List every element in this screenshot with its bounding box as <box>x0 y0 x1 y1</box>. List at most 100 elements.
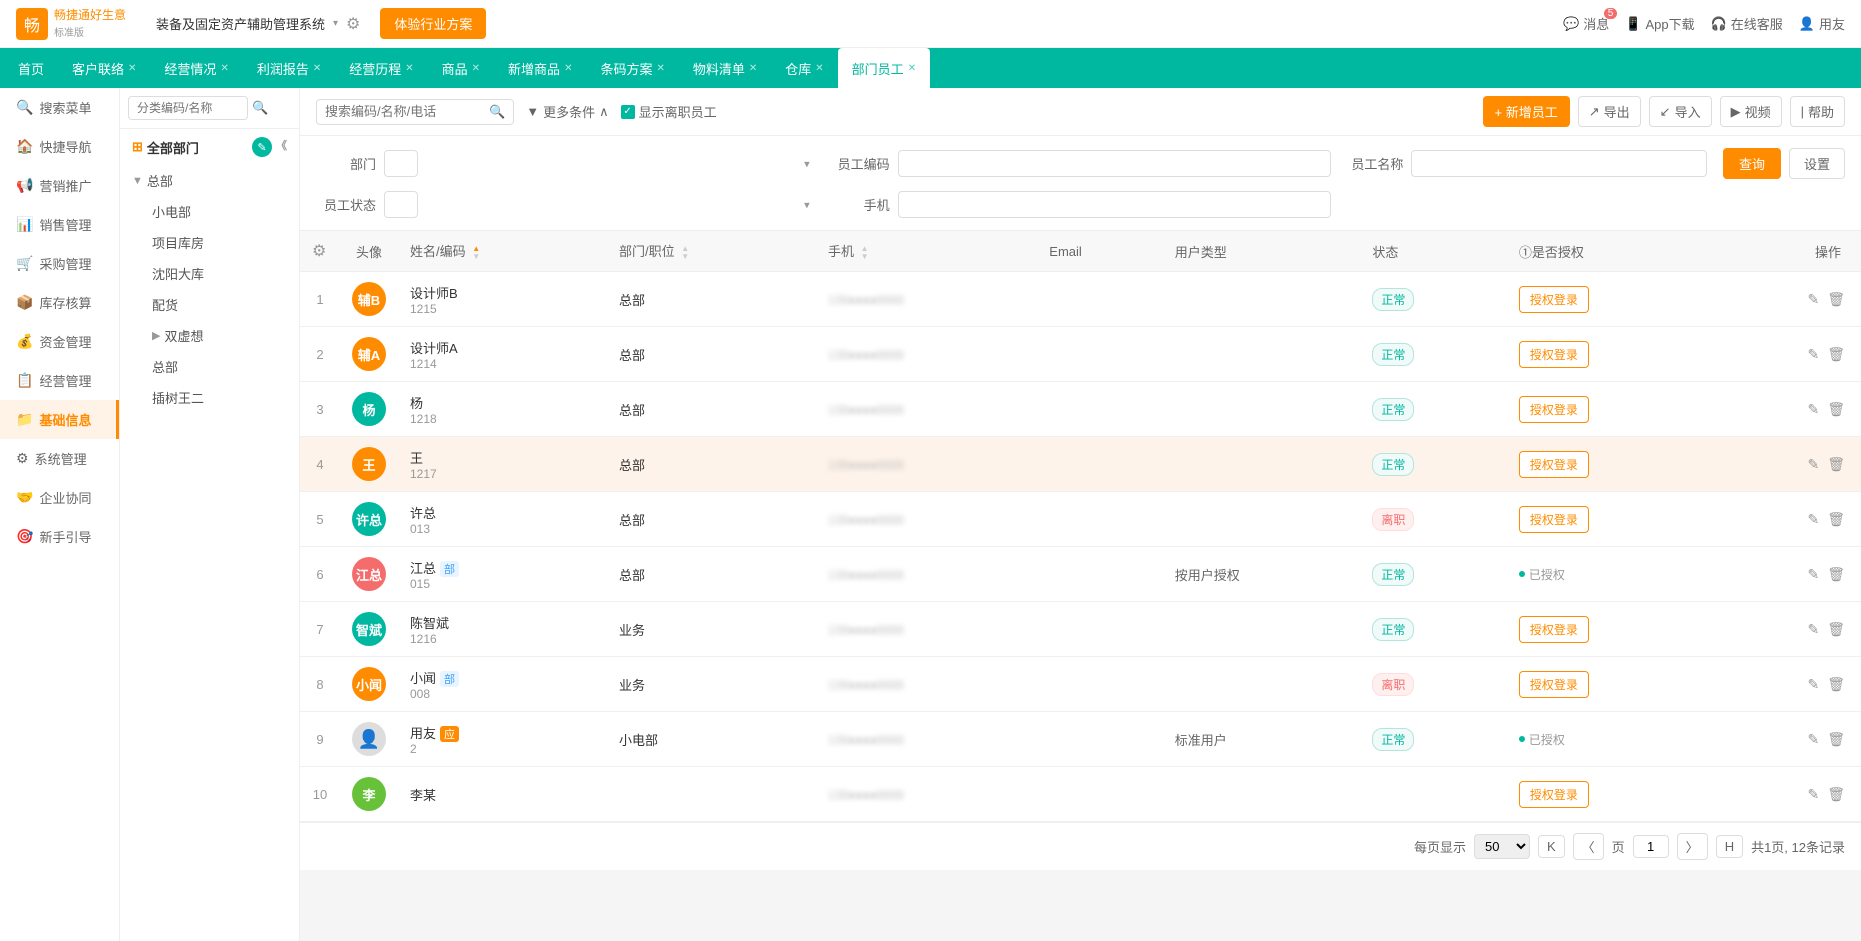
dept-item-tree[interactable]: 插树王二 <box>120 382 299 413</box>
sidebar-item-sales[interactable]: 📊 销售管理 <box>0 205 119 244</box>
delete-icon[interactable]: 🗑 <box>1827 401 1845 418</box>
export-button[interactable]: ↗ 导出 <box>1578 96 1641 127</box>
close-icon[interactable]: ✕ <box>656 63 664 74</box>
emp-status-select[interactable] <box>384 191 418 218</box>
auth-login-button[interactable]: 授权登录 <box>1519 451 1589 478</box>
edit-icon[interactable]: ✎ <box>1807 401 1819 418</box>
page-number-input[interactable] <box>1633 835 1669 858</box>
all-dept-label[interactable]: 全部部门 <box>147 138 199 157</box>
search-icon[interactable]: 🔍 <box>489 104 505 120</box>
auth-login-button[interactable]: 授权登录 <box>1519 781 1589 808</box>
delete-icon[interactable]: 🗑 <box>1827 786 1845 803</box>
dept-item-headquarters[interactable]: ▼ 总部 <box>120 165 299 196</box>
tab-dept-staff[interactable]: 部门员工 ✕ <box>838 48 930 88</box>
query-button[interactable]: 查询 <box>1723 148 1781 179</box>
sidebar-item-inventory[interactable]: 📦 库存核算 <box>0 283 119 322</box>
sort-arrows-dept[interactable]: ▲ ▼ <box>681 245 689 261</box>
auth-login-button[interactable]: 授权登录 <box>1519 396 1589 423</box>
close-icon[interactable]: ✕ <box>815 63 823 74</box>
emp-name-input[interactable] <box>1411 150 1707 177</box>
emp-code-input[interactable] <box>898 150 1332 177</box>
edit-icon[interactable]: ✎ <box>1807 511 1819 528</box>
add-employee-button[interactable]: + 新增员工 <box>1483 96 1570 127</box>
dept-select[interactable] <box>384 150 418 177</box>
message-btn[interactable]: 💬 消息 5 <box>1563 14 1609 33</box>
sidebar-item-guide[interactable]: 🎯 新手引导 <box>0 517 119 556</box>
delete-icon[interactable]: 🗑 <box>1827 566 1845 583</box>
close-icon[interactable]: ✕ <box>749 63 757 74</box>
dept-edit-button[interactable]: ✎ <box>252 137 272 157</box>
dept-item-project-storage[interactable]: 项目库房 <box>120 227 299 258</box>
system-dropdown-arrow[interactable]: ▾ <box>333 18 338 29</box>
dept-search-icon[interactable]: 🔍 <box>252 100 268 116</box>
view-button[interactable]: ▶ 视频 <box>1720 96 1782 127</box>
tab-bom[interactable]: 物料清单 ✕ <box>679 48 771 88</box>
edit-icon[interactable]: ✎ <box>1807 291 1819 308</box>
delete-icon[interactable]: 🗑 <box>1827 511 1845 528</box>
per-page-select[interactable]: 50 20 100 <box>1474 834 1530 859</box>
delete-icon[interactable]: 🗑 <box>1827 346 1845 363</box>
app-download-btn[interactable]: 📱 App下载 <box>1625 14 1694 33</box>
delete-icon[interactable]: 🗑 <box>1827 731 1845 748</box>
tab-add-goods[interactable]: 新增商品 ✕ <box>494 48 586 88</box>
sidebar-item-nav[interactable]: 🏠 快捷导航 <box>0 127 119 166</box>
sidebar-item-management[interactable]: 📋 经营管理 <box>0 361 119 400</box>
close-icon[interactable]: ✕ <box>908 63 916 74</box>
sidebar-item-system[interactable]: ⚙ 系统管理 <box>0 439 119 478</box>
delete-icon[interactable]: 🗑 <box>1827 291 1845 308</box>
tab-history[interactable]: 经营历程 ✕ <box>335 48 427 88</box>
sidebar-item-search[interactable]: 🔍 搜索菜单 <box>0 88 119 127</box>
settings-icon[interactable]: ⚙ <box>346 14 360 34</box>
delete-icon[interactable]: 🗑 <box>1827 621 1845 638</box>
import-button[interactable]: ↙ 导入 <box>1649 96 1712 127</box>
more-conditions-btn[interactable]: ▼ 更多条件 ∧ <box>526 102 608 121</box>
sort-arrows-phone[interactable]: ▲ ▼ <box>861 245 869 261</box>
reset-button[interactable]: 设置 <box>1789 148 1845 179</box>
close-icon[interactable]: ✕ <box>564 63 572 74</box>
auth-login-button[interactable]: 授权登录 <box>1519 671 1589 698</box>
page-next-btn[interactable]: 〉 <box>1677 833 1708 860</box>
service-btn[interactable]: 🎧 在线客服 <box>1711 14 1783 33</box>
dept-item-hq2[interactable]: 总部 <box>120 351 299 382</box>
tab-goods[interactable]: 商品 ✕ <box>428 48 494 88</box>
dept-item-double[interactable]: ▶ 双虚想 <box>120 320 299 351</box>
sidebar-item-purchase[interactable]: 🛒 采购管理 <box>0 244 119 283</box>
dept-item-distribution[interactable]: 配货 <box>120 289 299 320</box>
page-first-btn[interactable]: K <box>1538 835 1565 858</box>
delete-icon[interactable]: 🗑 <box>1827 456 1845 473</box>
dept-search-input[interactable] <box>128 96 248 120</box>
help-button[interactable]: | 帮助 <box>1790 96 1845 127</box>
tab-home[interactable]: 首页 <box>4 48 58 88</box>
user-btn[interactable]: 👤 用友 <box>1799 14 1845 33</box>
dept-item-shenyang[interactable]: 沈阳大库 <box>120 258 299 289</box>
edit-icon[interactable]: ✎ <box>1807 566 1819 583</box>
sidebar-item-basic-info[interactable]: 📁 基础信息 <box>0 400 119 439</box>
trial-button[interactable]: 体验行业方案 <box>380 8 486 39</box>
auth-login-button[interactable]: 授权登录 <box>1519 286 1589 313</box>
settings-col-icon[interactable]: ⚙ <box>312 243 326 260</box>
close-icon[interactable]: ✕ <box>472 63 480 74</box>
phone-input[interactable] <box>898 191 1332 218</box>
show-resigned-checkbox[interactable]: ✓ <box>621 105 635 119</box>
edit-icon[interactable]: ✎ <box>1807 676 1819 693</box>
sidebar-item-finance[interactable]: 💰 资金管理 <box>0 322 119 361</box>
sort-arrows-name[interactable]: ▲ ▼ <box>472 245 480 261</box>
delete-icon[interactable]: 🗑 <box>1827 676 1845 693</box>
tab-barcode[interactable]: 条码方案 ✕ <box>586 48 678 88</box>
tab-customer[interactable]: 客户联络 ✕ <box>58 48 150 88</box>
dept-collapse-arrow[interactable]: 《 <box>276 137 287 157</box>
edit-icon[interactable]: ✎ <box>1807 786 1819 803</box>
close-icon[interactable]: ✕ <box>220 63 228 74</box>
close-icon[interactable]: ✕ <box>313 63 321 74</box>
edit-icon[interactable]: ✎ <box>1807 346 1819 363</box>
tab-profit[interactable]: 利润报告 ✕ <box>243 48 335 88</box>
dept-item-small-elec[interactable]: 小电部 <box>120 196 299 227</box>
tab-warehouse[interactable]: 仓库 ✕ <box>771 48 837 88</box>
auth-login-button[interactable]: 授权登录 <box>1519 616 1589 643</box>
page-last-btn[interactable]: H <box>1716 835 1743 858</box>
page-prev-btn[interactable]: 〈 <box>1573 833 1604 860</box>
close-icon[interactable]: ✕ <box>405 63 413 74</box>
auth-login-button[interactable]: 授权登录 <box>1519 506 1589 533</box>
sidebar-item-marketing[interactable]: 📢 营销推广 <box>0 166 119 205</box>
sidebar-item-collab[interactable]: 🤝 企业协同 <box>0 478 119 517</box>
